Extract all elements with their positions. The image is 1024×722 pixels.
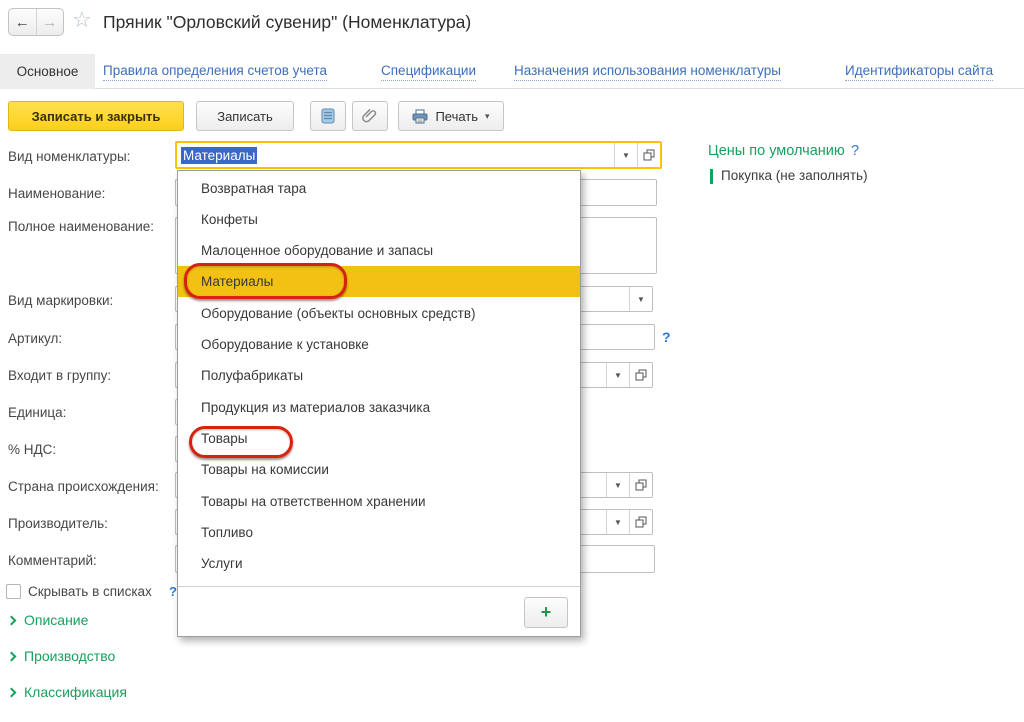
section-classification[interactable]: Классификация — [6, 684, 127, 700]
default-prices-help-icon[interactable]: ? — [851, 143, 859, 159]
marking-type-dropdown-button[interactable]: ▼ — [629, 287, 652, 311]
manufacturer-dropdown-button[interactable]: ▼ — [606, 510, 629, 534]
annotation-tovary — [189, 426, 293, 458]
forward-arrow-icon: → — [42, 13, 58, 31]
section-label: Описание — [24, 612, 89, 628]
price-item-marker — [710, 169, 713, 184]
related-documents-button[interactable] — [310, 101, 346, 131]
printer-icon — [412, 109, 428, 124]
tab-main[interactable]: Основное — [0, 54, 95, 89]
dropdown-item[interactable]: Оборудование к установке — [178, 329, 580, 360]
attachments-button[interactable] — [352, 101, 388, 131]
price-item-purchase: Покупка (не заполнять) — [721, 168, 868, 183]
add-new-item-button[interactable]: + — [524, 597, 568, 628]
nomenclature-type-open-button[interactable] — [637, 143, 660, 167]
dropdown-item[interactable]: Полуфабрикаты — [178, 360, 580, 391]
tab-bar: Основное Правила определения счетов учет… — [0, 54, 1024, 89]
nomenclature-form-window: ← → ☆ Пряник "Орловский сувенир" (Номенк… — [0, 0, 1024, 722]
chevron-right-icon — [6, 615, 17, 625]
open-icon — [635, 516, 647, 528]
label-vid-markirovki: Вид маркировки: — [8, 293, 114, 308]
section-label: Производство — [24, 648, 116, 664]
back-arrow-icon: ← — [14, 13, 30, 31]
history-nav-group: ← → — [8, 8, 64, 36]
open-icon — [635, 369, 647, 381]
chevron-right-icon — [6, 651, 17, 661]
dropdown-item[interactable]: Возвратная тара — [178, 173, 580, 204]
hide-in-lists-help-icon[interactable]: ? — [169, 584, 177, 599]
dropdown-item[interactable]: Товары на ответственном хранении — [178, 486, 580, 517]
section-production[interactable]: Производство — [6, 648, 116, 664]
tab-specifications[interactable]: Спецификации — [381, 63, 477, 81]
dropdown-item[interactable]: Товары на комиссии — [178, 454, 580, 485]
nomenclature-type-field[interactable]: Материалы ▼ — [175, 141, 662, 169]
print-label: Печать — [435, 108, 479, 124]
label-vhodit-v-gruppu: Входит в группу: — [8, 368, 112, 383]
tab-usage-purposes[interactable]: Назначения использования номенклатуры — [514, 63, 781, 81]
country-dropdown-button[interactable]: ▼ — [606, 473, 629, 497]
hide-in-lists-label: Скрывать в списках — [28, 584, 152, 599]
nomenclature-type-dropdown-list: Возвратная тара Конфеты Малоценное обору… — [177, 170, 581, 637]
nomenclature-type-dropdown-button[interactable]: ▼ — [614, 143, 637, 167]
manufacturer-open-button[interactable] — [629, 510, 652, 534]
save-and-close-button[interactable]: Записать и закрыть — [8, 101, 184, 131]
dropdown-footer-divider — [178, 586, 580, 587]
label-nds: % НДС: — [8, 442, 57, 457]
parent-group-open-button[interactable] — [629, 363, 652, 387]
nomenclature-type-value: Материалы — [181, 146, 258, 164]
favorite-star-icon[interactable]: ☆ — [72, 9, 92, 31]
label-artikul: Артикул: — [8, 331, 63, 346]
save-button[interactable]: Записать — [196, 101, 294, 131]
country-open-button[interactable] — [629, 473, 652, 497]
print-caret-icon: ▾ — [485, 110, 490, 121]
page-title: Пряник "Орловский сувенир" (Номенклатура… — [103, 12, 472, 32]
label-edinitsa: Единица: — [8, 405, 67, 420]
paperclip-icon — [362, 108, 378, 124]
dropdown-item[interactable]: Конфеты — [178, 204, 580, 235]
annotation-materialy — [184, 263, 347, 299]
label-strana: Страна происхождения: — [8, 479, 159, 494]
article-help-icon[interactable]: ? — [662, 329, 671, 345]
print-button[interactable]: Печать ▾ — [398, 101, 504, 131]
label-proizvoditel: Производитель: — [8, 516, 108, 531]
hide-in-lists-checkbox[interactable] — [6, 584, 21, 599]
dropdown-item[interactable]: Оборудование (объекты основных средств) — [178, 298, 580, 329]
dropdown-item[interactable]: Малоценное оборудование и запасы — [178, 235, 580, 266]
label-naimenovanie: Наименование: — [8, 186, 106, 201]
dropdown-item[interactable]: Топливо — [178, 517, 580, 548]
stacked-list-icon — [321, 108, 335, 124]
open-icon — [643, 149, 655, 161]
section-description[interactable]: Описание — [6, 612, 89, 628]
open-icon — [635, 479, 647, 491]
chevron-right-icon — [6, 687, 17, 697]
dropdown-item[interactable]: Продукция из материалов заказчика — [178, 392, 580, 423]
back-button[interactable]: ← — [9, 9, 37, 35]
tab-site-identifiers[interactable]: Идентификаторы сайта — [845, 63, 994, 81]
default-prices-link[interactable]: Цены по умолчанию — [708, 143, 845, 159]
forward-button[interactable]: → — [37, 9, 64, 35]
label-kommentariy: Комментарий: — [8, 553, 97, 568]
label-vid-nomenklatury: Вид номенклатуры: — [8, 149, 131, 164]
parent-group-dropdown-button[interactable]: ▼ — [606, 363, 629, 387]
section-label: Классификация — [24, 684, 127, 700]
dropdown-item[interactable]: Услуги — [178, 548, 580, 579]
tab-account-rules[interactable]: Правила определения счетов учета — [103, 63, 328, 81]
label-polnoe-naimenovanie: Полное наименование: — [8, 219, 155, 234]
